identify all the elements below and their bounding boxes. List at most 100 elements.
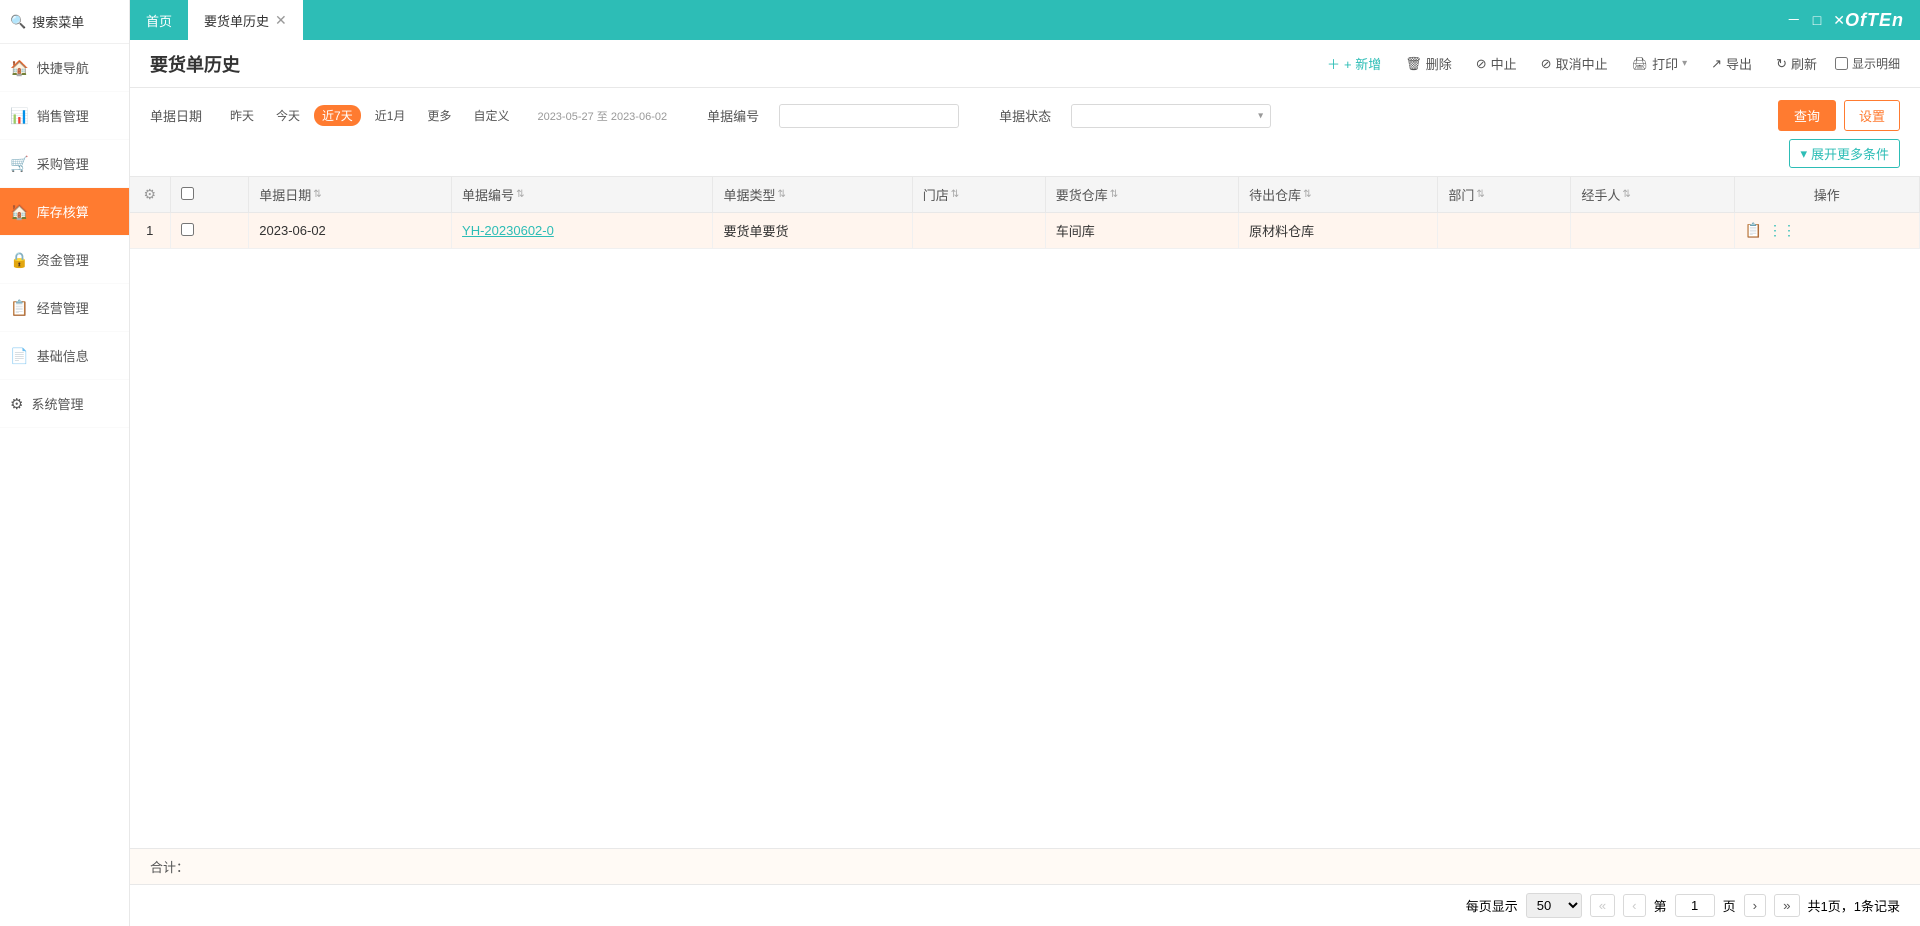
col-order-no[interactable]: 单据编号 ⇅ (452, 177, 713, 213)
expand-label: 展开更多条件 (1811, 144, 1889, 163)
row-checkbox (170, 213, 249, 249)
col-action: 操作 (1734, 177, 1919, 213)
topbar-icons: － □ ✕ (1787, 10, 1845, 30)
show-detail-label: 显示明细 (1852, 55, 1900, 72)
col-date[interactable]: 单据日期 ⇅ (249, 177, 452, 213)
date-btn-custom[interactable]: 自定义 (465, 105, 517, 126)
sort-store[interactable]: 门店 ⇅ (923, 185, 959, 204)
sidebar-item-system[interactable]: ⚙ 系统管理 (0, 380, 129, 428)
print-label: 打印 (1652, 54, 1678, 73)
page-header: 要货单历史 ＋ + 新增 🗑 删除 ⊘ 中止 ⊘ 取消中止 (130, 40, 1920, 88)
table-settings-icon[interactable]: ⚙ (143, 186, 156, 202)
window-close-button[interactable]: ✕ (1833, 12, 1845, 29)
total-info: 共1页，1条记录 (1808, 896, 1900, 915)
select-all-checkbox[interactable] (181, 187, 194, 200)
row-actions: 📋 ⋮⋮ (1734, 213, 1919, 249)
row-order-no[interactable]: YH-20230602-0 (452, 213, 713, 249)
refresh-button[interactable]: ↻ 刷新 (1770, 50, 1823, 77)
sort-handler[interactable]: 经手人 ⇅ (1581, 185, 1630, 204)
query-button[interactable]: 查询 (1778, 100, 1836, 131)
row-handler (1571, 213, 1734, 249)
home-icon: 🏠 (10, 59, 29, 77)
view-action-icon[interactable]: 📋 (1745, 222, 1762, 239)
order-no-input[interactable] (779, 104, 959, 128)
print-button[interactable]: 🖨 打印 ▾ (1626, 50, 1694, 77)
sort-icon-pending-warehouse: ⇅ (1303, 189, 1311, 200)
sidebar-item-basic[interactable]: 📄 基础信息 (0, 332, 129, 380)
toolbar: ＋ + 新增 🗑 删除 ⊘ 中止 ⊘ 取消中止 🖨 打印 (1321, 50, 1900, 77)
topbar: 首页 要货单历史 ✕ － □ ✕ OfTEn (130, 0, 1920, 40)
col-checkbox (170, 177, 249, 213)
suspend-label: 中止 (1491, 54, 1517, 73)
status-select[interactable] (1071, 104, 1271, 128)
new-button[interactable]: ＋ + 新增 (1321, 50, 1387, 77)
date-btn-1month[interactable]: 近1月 (367, 105, 414, 126)
sort-type[interactable]: 单据类型 ⇅ (723, 185, 785, 204)
sidebar-item-purchase[interactable]: 🛒 采购管理 (0, 140, 129, 188)
date-shortcuts: 昨天 今天 近7天 近1月 更多 自定义 (222, 105, 517, 126)
sidebar-item-label: 快捷导航 (37, 58, 89, 77)
sidebar-item-label: 采购管理 (37, 154, 89, 173)
date-btn-more[interactable]: 更多 (419, 105, 459, 126)
first-page-button[interactable]: « (1590, 894, 1615, 917)
export-button[interactable]: ↗ 导出 (1705, 50, 1758, 77)
prev-page-button[interactable]: ‹ (1623, 894, 1645, 917)
operations-icon: 📋 (10, 299, 29, 317)
row-pending-warehouse: 原材料仓库 (1239, 213, 1438, 249)
expand-row: ▾ 展开更多条件 (150, 139, 1900, 168)
sidebar: 🔍 搜索菜单 🏠 快捷导航 📊 销售管理 🛒 采购管理 🏠 库存核算 🔒 资金管… (0, 0, 130, 926)
system-icon: ⚙ (10, 395, 23, 413)
next-page-button[interactable]: › (1744, 894, 1766, 917)
maximize-button[interactable]: □ (1813, 12, 1821, 28)
tab-home[interactable]: 首页 (130, 0, 188, 40)
sort-icon-date: ⇅ (313, 189, 321, 200)
sort-date[interactable]: 单据日期 ⇅ (259, 185, 321, 204)
page-suffix: 页 (1723, 896, 1736, 915)
sidebar-item-shortcut[interactable]: 🏠 快捷导航 (0, 44, 129, 92)
page-number-input[interactable] (1675, 894, 1715, 917)
edit-action-icon[interactable]: ⋮⋮ (1768, 222, 1796, 239)
tab-close-icon[interactable]: ✕ (275, 12, 287, 29)
delete-button[interactable]: 🗑 删除 (1399, 50, 1458, 77)
col-type[interactable]: 单据类型 ⇅ (713, 177, 912, 213)
sort-icon-req-warehouse: ⇅ (1110, 189, 1118, 200)
sidebar-item-sales[interactable]: 📊 销售管理 (0, 92, 129, 140)
sort-order-no[interactable]: 单据编号 ⇅ (462, 185, 524, 204)
cancel-suspend-button[interactable]: ⊘ 取消中止 (1535, 50, 1614, 77)
sidebar-item-finance[interactable]: 🔒 资金管理 (0, 236, 129, 284)
tab-requisition-history[interactable]: 要货单历史 ✕ (188, 0, 303, 40)
col-req-warehouse[interactable]: 要货仓库 ⇅ (1045, 177, 1238, 213)
col-department[interactable]: 部门 ⇅ (1438, 177, 1571, 213)
purchase-icon: 🛒 (10, 155, 29, 173)
minimize-button[interactable]: － (1787, 10, 1801, 30)
sidebar-item-inventory[interactable]: 🏠 库存核算 (0, 188, 129, 236)
row-select-checkbox[interactable] (181, 223, 194, 236)
sort-icon-type: ⇅ (777, 189, 785, 200)
table-header: ⚙ 单据日期 ⇅ 单据编号 (130, 177, 1920, 213)
tab-requisition-label: 要货单历史 (204, 11, 269, 30)
col-handler[interactable]: 经手人 ⇅ (1571, 177, 1734, 213)
sidebar-search[interactable]: 🔍 搜索菜单 (0, 0, 129, 44)
expand-icon: ▾ (1800, 146, 1807, 162)
date-btn-yesterday[interactable]: 昨天 (222, 105, 262, 126)
date-btn-today[interactable]: 今天 (268, 105, 308, 126)
sort-req-warehouse[interactable]: 要货仓库 ⇅ (1056, 185, 1118, 204)
row-req-warehouse: 车间库 (1045, 213, 1238, 249)
sort-department[interactable]: 部门 ⇅ (1448, 185, 1484, 204)
date-filter-label: 单据日期 (150, 106, 202, 125)
sort-pending-warehouse[interactable]: 待出仓库 ⇅ (1249, 185, 1311, 204)
suspend-button[interactable]: ⊘ 中止 (1470, 50, 1523, 77)
sidebar-item-operations[interactable]: 📋 经营管理 (0, 284, 129, 332)
last-page-button[interactable]: » (1774, 894, 1799, 917)
settings-button[interactable]: 设置 (1844, 100, 1900, 131)
content-area: 要货单历史 ＋ + 新增 🗑 删除 ⊘ 中止 ⊘ 取消中止 (130, 40, 1920, 926)
col-pending-warehouse[interactable]: 待出仓库 ⇅ (1239, 177, 1438, 213)
col-store[interactable]: 门店 ⇅ (912, 177, 1045, 213)
expand-more-button[interactable]: ▾ 展开更多条件 (1789, 139, 1900, 168)
col-settings[interactable]: ⚙ (130, 177, 170, 213)
date-btn-7days[interactable]: 近7天 (314, 105, 361, 126)
table-row: 1 2023-06-02 YH-20230602-0 要货单要货 车间库 原材料… (130, 213, 1920, 249)
show-detail-toggle[interactable]: 显示明细 (1835, 55, 1900, 72)
show-detail-checkbox[interactable] (1835, 57, 1848, 70)
per-page-select[interactable]: 20 50 100 200 (1526, 893, 1582, 918)
